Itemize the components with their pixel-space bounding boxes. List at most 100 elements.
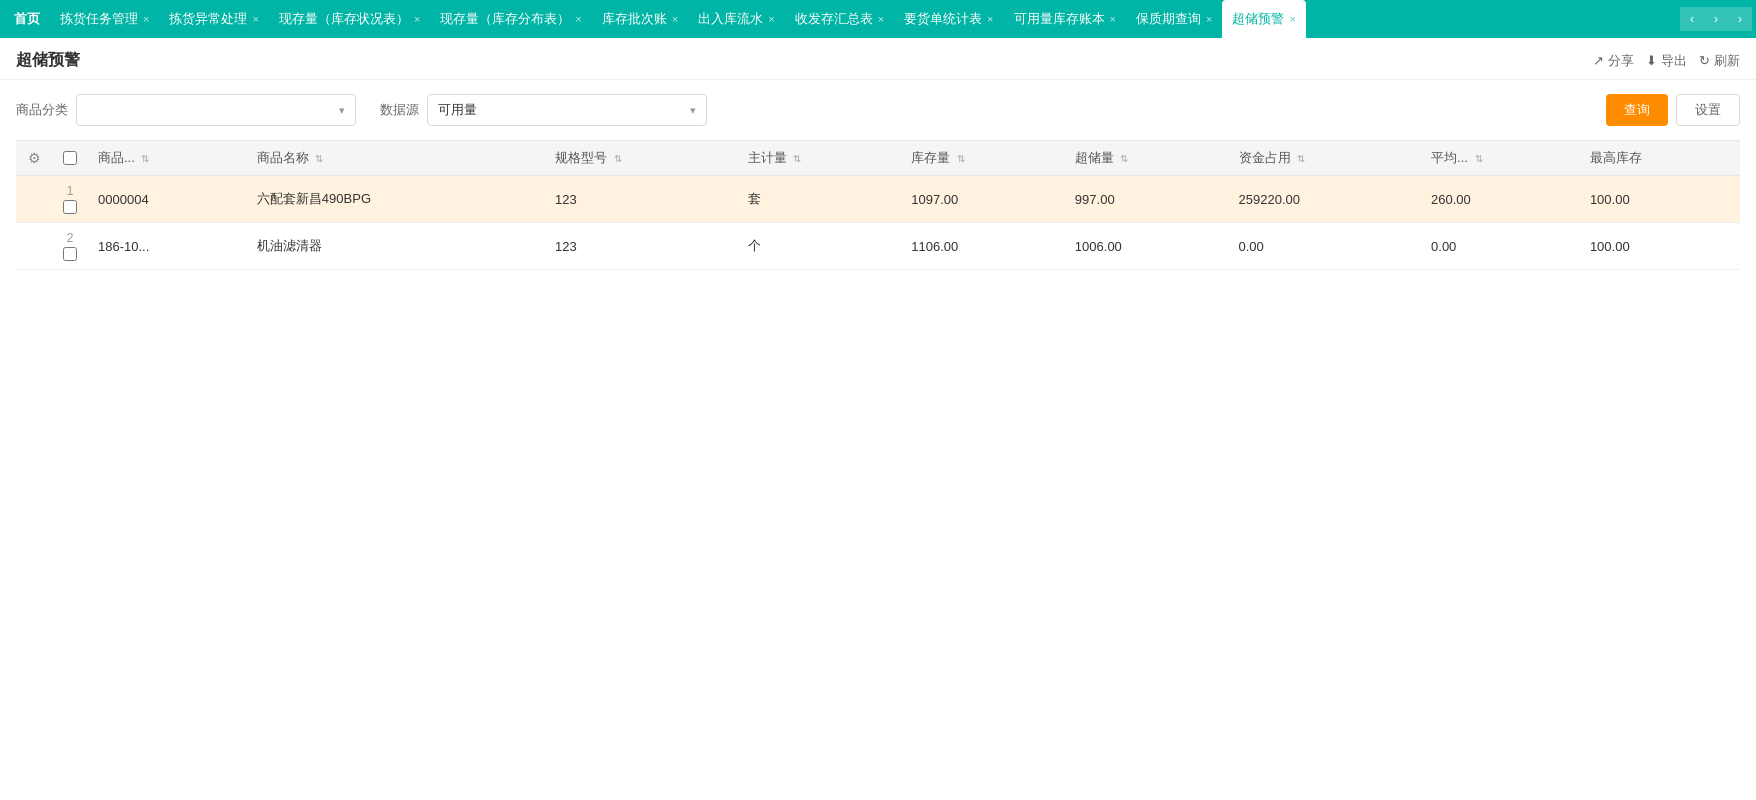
nav-item-stock-status[interactable]: 现存量（库存状况表） × [269, 0, 430, 38]
close-pick-exception[interactable]: × [252, 13, 258, 25]
row-over-stock-0: 997.00 [1065, 176, 1229, 223]
nav-item-flow[interactable]: 出入库流水 × [688, 0, 784, 38]
table-row: 1 0000004 六配套新昌490BPG 123 套 1097.00 997.… [16, 176, 1740, 223]
page-content: 超储预警 ↗ 分享 ⬇ 导出 ↻ 刷新 商品分类 ▾ 数据源 [0, 38, 1756, 800]
refresh-icon: ↻ [1699, 53, 1710, 68]
query-button[interactable]: 查询 [1606, 94, 1668, 126]
row-product-name-1: 机油滤清器 [247, 223, 545, 270]
row-seq-0: 1 [52, 176, 88, 223]
row-product-name-0: 六配套新昌490BPG [247, 176, 545, 223]
close-shelf-life[interactable]: × [1206, 13, 1212, 25]
refresh-button[interactable]: ↻ 刷新 [1699, 52, 1740, 70]
page-title: 超储预警 [16, 50, 80, 71]
category-select[interactable]: ▾ [76, 94, 356, 126]
close-stock-dist[interactable]: × [575, 13, 581, 25]
chevron-down-icon: ▾ [339, 104, 345, 117]
col-over-stock-header: 超储量 ⇅ [1065, 141, 1229, 176]
sort-product-name-icon[interactable]: ⇅ [315, 153, 323, 164]
col-max-stock-header: 最高库存 [1580, 141, 1740, 176]
nav-item-stock-dist[interactable]: 现存量（库存分布表） × [430, 0, 591, 38]
sort-capital-icon[interactable]: ⇅ [1297, 153, 1305, 164]
filter-buttons: 查询 设置 [1606, 94, 1740, 126]
datasource-label: 数据源 [380, 101, 419, 119]
row-seq-1: 2 [52, 223, 88, 270]
close-available-book[interactable]: × [1110, 13, 1116, 25]
nav-arrow-right[interactable]: › [1704, 7, 1728, 31]
share-button[interactable]: ↗ 分享 [1593, 52, 1634, 70]
sort-stock-icon[interactable]: ⇅ [957, 153, 965, 164]
row-over-stock-1: 1006.00 [1065, 223, 1229, 270]
table-container: ⚙ 商品... ⇅ 商品名称 ⇅ [0, 140, 1756, 270]
row-gear-0 [16, 176, 52, 223]
nav-arrows: ‹ › › [1680, 7, 1752, 31]
nav-item-summary[interactable]: 收发存汇总表 × [785, 0, 894, 38]
row-capital-0: 259220.00 [1229, 176, 1422, 223]
nav-item-order-stat[interactable]: 要货单统计表 × [894, 0, 1003, 38]
close-overstock[interactable]: × [1289, 13, 1295, 25]
col-check-header [52, 141, 88, 176]
col-product-code-header: 商品... ⇅ [88, 141, 247, 176]
datasource-select-value: 可用量 [438, 101, 477, 119]
row-max-stock-1: 100.00 [1580, 223, 1740, 270]
col-capital-header: 资金占用 ⇅ [1229, 141, 1422, 176]
close-pick-task[interactable]: × [143, 13, 149, 25]
nav-bar: 首页 拣货任务管理 × 拣货异常处理 × 现存量（库存状况表） × 现存量（库存… [0, 0, 1756, 38]
col-stock-header: 库存量 ⇅ [901, 141, 1065, 176]
row-avg-1: 0.00 [1421, 223, 1580, 270]
row-checkbox-0[interactable] [63, 200, 77, 214]
category-label: 商品分类 [16, 101, 68, 119]
nav-item-available-book[interactable]: 可用量库存账本 × [1004, 0, 1126, 38]
row-max-stock-0: 100.00 [1580, 176, 1740, 223]
row-product-code-1: 186-10... [88, 223, 247, 270]
nav-arrow-left[interactable]: ‹ [1680, 7, 1704, 31]
share-icon: ↗ [1593, 53, 1604, 68]
row-stock-0: 1097.00 [901, 176, 1065, 223]
category-filter: 商品分类 ▾ [16, 94, 356, 126]
close-flow[interactable]: × [768, 13, 774, 25]
row-unit-1: 个 [738, 223, 902, 270]
sort-spec-icon[interactable]: ⇅ [614, 153, 622, 164]
header-actions: ↗ 分享 ⬇ 导出 ↻ 刷新 [1593, 52, 1740, 70]
sort-over-stock-icon[interactable]: ⇅ [1120, 153, 1128, 164]
col-spec-header: 规格型号 ⇅ [545, 141, 738, 176]
filter-area: 商品分类 ▾ 数据源 可用量 ▾ 查询 设置 [0, 80, 1756, 140]
settings-button[interactable]: 设置 [1676, 94, 1740, 126]
col-unit-header: 主计量 ⇅ [738, 141, 902, 176]
nav-item-shelf-life[interactable]: 保质期查询 × [1126, 0, 1222, 38]
close-stock-status[interactable]: × [414, 13, 420, 25]
sort-unit-icon[interactable]: ⇅ [793, 153, 801, 164]
page-header: 超储预警 ↗ 分享 ⬇ 导出 ↻ 刷新 [0, 38, 1756, 80]
row-checkbox-1[interactable] [63, 247, 77, 261]
datasource-chevron-down-icon: ▾ [690, 104, 696, 117]
nav-arrow-more[interactable]: › [1728, 7, 1752, 31]
export-icon: ⬇ [1646, 53, 1657, 68]
col-avg-header: 平均... ⇅ [1421, 141, 1580, 176]
datasource-select[interactable]: 可用量 ▾ [427, 94, 707, 126]
select-all-checkbox[interactable] [63, 151, 77, 165]
sort-product-code-icon[interactable]: ⇅ [141, 153, 149, 164]
close-batch-account[interactable]: × [672, 13, 678, 25]
row-avg-0: 260.00 [1421, 176, 1580, 223]
settings-gear-icon[interactable]: ⚙ [28, 150, 41, 166]
sort-avg-icon[interactable]: ⇅ [1475, 153, 1483, 164]
nav-item-pick-exception[interactable]: 拣货异常处理 × [159, 0, 268, 38]
row-gear-1 [16, 223, 52, 270]
table-header-row: ⚙ 商品... ⇅ 商品名称 ⇅ [16, 141, 1740, 176]
export-button[interactable]: ⬇ 导出 [1646, 52, 1687, 70]
nav-item-overstock[interactable]: 超储预警 × [1222, 0, 1305, 38]
row-spec-0: 123 [545, 176, 738, 223]
nav-item-home[interactable]: 首页 [4, 0, 50, 38]
row-spec-1: 123 [545, 223, 738, 270]
row-product-code-0: 0000004 [88, 176, 247, 223]
nav-item-pick-task[interactable]: 拣货任务管理 × [50, 0, 159, 38]
close-summary[interactable]: × [878, 13, 884, 25]
table-body: 1 0000004 六配套新昌490BPG 123 套 1097.00 997.… [16, 176, 1740, 270]
row-stock-1: 1106.00 [901, 223, 1065, 270]
row-unit-0: 套 [738, 176, 902, 223]
col-gear-header: ⚙ [16, 141, 52, 176]
nav-item-batch-account[interactable]: 库存批次账 × [592, 0, 688, 38]
col-product-name-header: 商品名称 ⇅ [247, 141, 545, 176]
table-row: 2 186-10... 机油滤清器 123 个 1106.00 1006.00 … [16, 223, 1740, 270]
datasource-filter: 数据源 可用量 ▾ [380, 94, 707, 126]
close-order-stat[interactable]: × [987, 13, 993, 25]
